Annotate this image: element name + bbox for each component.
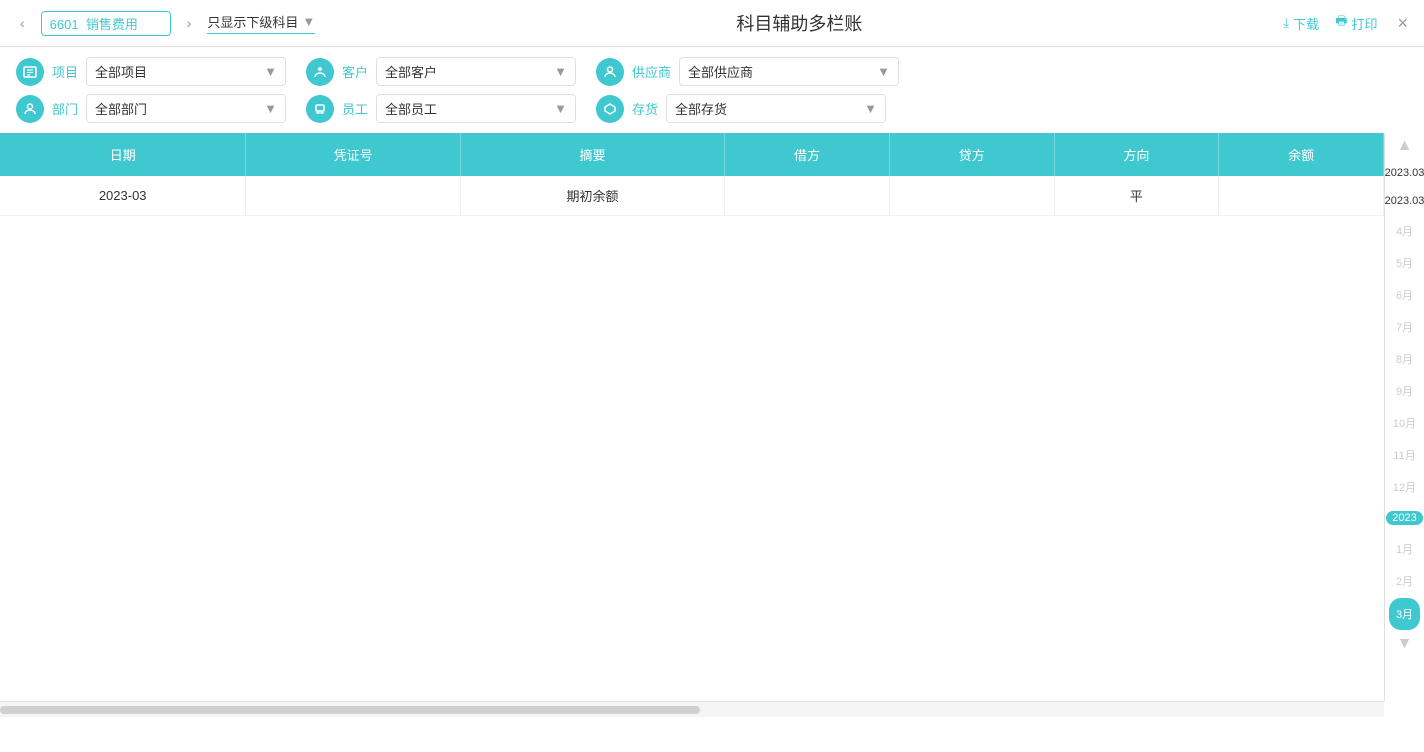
department-icon bbox=[16, 95, 44, 123]
filter-supplier: 供应商 全部供应商 ▼ bbox=[596, 57, 899, 86]
supplier-icon bbox=[596, 58, 624, 86]
timeline-item-10[interactable]: 10月 bbox=[1385, 407, 1424, 439]
col-summary: 摘要 bbox=[460, 133, 724, 176]
cell-direction: 平 bbox=[1054, 176, 1219, 216]
ledger-table: 日期 凭证号 摘要 借方 贷方 方向 余额 2023-03 期初余额 bbox=[0, 133, 1384, 216]
close-button[interactable]: × bbox=[1397, 13, 1408, 34]
cell-date: 2023-03 bbox=[0, 176, 246, 216]
inventory-icon bbox=[596, 95, 624, 123]
department-value: 全部部门 bbox=[95, 99, 260, 118]
project-select[interactable]: 全部项目 ▼ bbox=[86, 57, 286, 86]
filter-project: 项目 全部项目 ▼ bbox=[16, 57, 286, 86]
inventory-label: 存货 bbox=[632, 99, 658, 118]
project-value: 全部项目 bbox=[95, 62, 260, 81]
col-balance: 余额 bbox=[1219, 133, 1384, 176]
filter-row-2: 部门 全部部门 ▼ 员工 全部员工 ▼ bbox=[16, 94, 1408, 123]
timeline-item-7[interactable]: 7月 bbox=[1385, 311, 1424, 343]
col-voucher: 凭证号 bbox=[246, 133, 460, 176]
filter-department: 部门 全部部门 ▼ bbox=[16, 94, 286, 123]
timeline-item-2[interactable]: 2月 bbox=[1385, 565, 1424, 597]
timeline-item-5[interactable]: 5月 bbox=[1385, 247, 1424, 279]
show-sub-arrow-icon: ▼ bbox=[302, 14, 315, 29]
year-badge: 2023 bbox=[1386, 511, 1422, 525]
timeline-down-button[interactable]: ▼ bbox=[1397, 631, 1413, 657]
nav-prev-button[interactable]: ‹ bbox=[16, 13, 29, 33]
timeline-item-8[interactable]: 8月 bbox=[1385, 343, 1424, 375]
col-debit: 借方 bbox=[725, 133, 890, 176]
timeline-item-1[interactable]: 1月 bbox=[1385, 533, 1424, 565]
table-row: 2023-03 期初余额 平 bbox=[0, 176, 1384, 216]
employee-select[interactable]: 全部员工 ▼ bbox=[376, 94, 576, 123]
filter-employee: 员工 全部员工 ▼ bbox=[306, 94, 576, 123]
show-sub-label: 只显示下级科目 bbox=[207, 12, 298, 31]
filter-area: 项目 全部项目 ▼ 客户 全部客户 ▼ bbox=[0, 47, 1424, 133]
top-bar: ‹ › 只显示下级科目 ▼ 科目辅助多栏账 ⤓ 下载 🖶 打印 × bbox=[0, 0, 1424, 47]
cell-voucher bbox=[246, 176, 460, 216]
timeline-year-2023[interactable]: 2023 bbox=[1385, 503, 1424, 533]
project-arrow-icon: ▼ bbox=[264, 64, 277, 79]
customer-label: 客户 bbox=[342, 62, 368, 81]
table-container: 日期 凭证号 摘要 借方 贷方 方向 余额 2023-03 期初余额 bbox=[0, 133, 1384, 701]
timeline-item-2023-03-header2[interactable]: 2023.03 bbox=[1385, 187, 1424, 215]
download-button[interactable]: ⤓ 下载 bbox=[1283, 12, 1319, 34]
department-arrow-icon: ▼ bbox=[264, 101, 277, 116]
supplier-arrow-icon: ▼ bbox=[877, 64, 890, 79]
cell-credit bbox=[889, 176, 1054, 216]
filter-inventory: 存货 全部存货 ▼ bbox=[596, 94, 886, 123]
timeline-item-3-active[interactable]: 3月 bbox=[1389, 598, 1420, 630]
horizontal-scrollbar[interactable] bbox=[0, 701, 1384, 717]
employee-value: 全部员工 bbox=[385, 99, 550, 118]
timeline-up-button[interactable]: ▲ bbox=[1397, 133, 1413, 159]
download-icon: ⤓ bbox=[1283, 15, 1289, 31]
customer-icon bbox=[306, 58, 334, 86]
scrollbar-thumb[interactable] bbox=[0, 706, 700, 714]
col-credit: 贷方 bbox=[889, 133, 1054, 176]
account-input[interactable] bbox=[41, 11, 171, 36]
filter-customer: 客户 全部客户 ▼ bbox=[306, 57, 576, 86]
timeline-sidebar: ▲ 2023.03 2023.03 4月 5月 6月 7月 8月 9月 10月 … bbox=[1384, 133, 1424, 701]
timeline-item-2023-03-header1[interactable]: 2023.03 bbox=[1385, 159, 1424, 187]
supplier-select[interactable]: 全部供应商 ▼ bbox=[679, 57, 899, 86]
project-icon bbox=[16, 58, 44, 86]
employee-icon bbox=[306, 95, 334, 123]
inventory-value: 全部存货 bbox=[675, 99, 860, 118]
cell-debit bbox=[725, 176, 890, 216]
timeline-item-9[interactable]: 9月 bbox=[1385, 375, 1424, 407]
supplier-label: 供应商 bbox=[632, 62, 671, 81]
page-title: 科目辅助多栏账 bbox=[327, 10, 1271, 36]
customer-arrow-icon: ▼ bbox=[554, 64, 567, 79]
inventory-select[interactable]: 全部存货 ▼ bbox=[666, 94, 886, 123]
show-sub-toggle[interactable]: 只显示下级科目 ▼ bbox=[207, 12, 315, 34]
employee-label: 员工 bbox=[342, 99, 368, 118]
filter-row-1: 项目 全部项目 ▼ 客户 全部客户 ▼ bbox=[16, 57, 1408, 86]
timeline-item-11[interactable]: 11月 bbox=[1385, 439, 1424, 471]
inventory-arrow-icon: ▼ bbox=[864, 101, 877, 116]
cell-summary: 期初余额 bbox=[460, 176, 724, 216]
department-label: 部门 bbox=[52, 99, 78, 118]
nav-next-button[interactable]: › bbox=[183, 13, 196, 33]
col-direction: 方向 bbox=[1054, 133, 1219, 176]
department-select[interactable]: 全部部门 ▼ bbox=[86, 94, 286, 123]
col-date: 日期 bbox=[0, 133, 246, 176]
customer-select[interactable]: 全部客户 ▼ bbox=[376, 57, 576, 86]
project-label: 项目 bbox=[52, 62, 78, 81]
timeline-item-12[interactable]: 12月 bbox=[1385, 471, 1424, 503]
timeline-item-6[interactable]: 6月 bbox=[1385, 279, 1424, 311]
table-header-row: 日期 凭证号 摘要 借方 贷方 方向 余额 bbox=[0, 133, 1384, 176]
employee-arrow-icon: ▼ bbox=[554, 101, 567, 116]
supplier-value: 全部供应商 bbox=[688, 62, 873, 81]
timeline-item-4[interactable]: 4月 bbox=[1385, 215, 1424, 247]
print-label: 打印 bbox=[1351, 14, 1377, 33]
main-window: ‹ › 只显示下级科目 ▼ 科目辅助多栏账 ⤓ 下载 🖶 打印 × bbox=[0, 0, 1424, 752]
cell-balance bbox=[1219, 176, 1384, 216]
top-actions: ⤓ 下载 🖶 打印 bbox=[1283, 12, 1377, 34]
print-icon: 🖶 bbox=[1335, 12, 1347, 34]
download-label: 下载 bbox=[1293, 14, 1319, 33]
print-button[interactable]: 🖶 打印 bbox=[1335, 12, 1377, 34]
customer-value: 全部客户 bbox=[385, 62, 550, 81]
